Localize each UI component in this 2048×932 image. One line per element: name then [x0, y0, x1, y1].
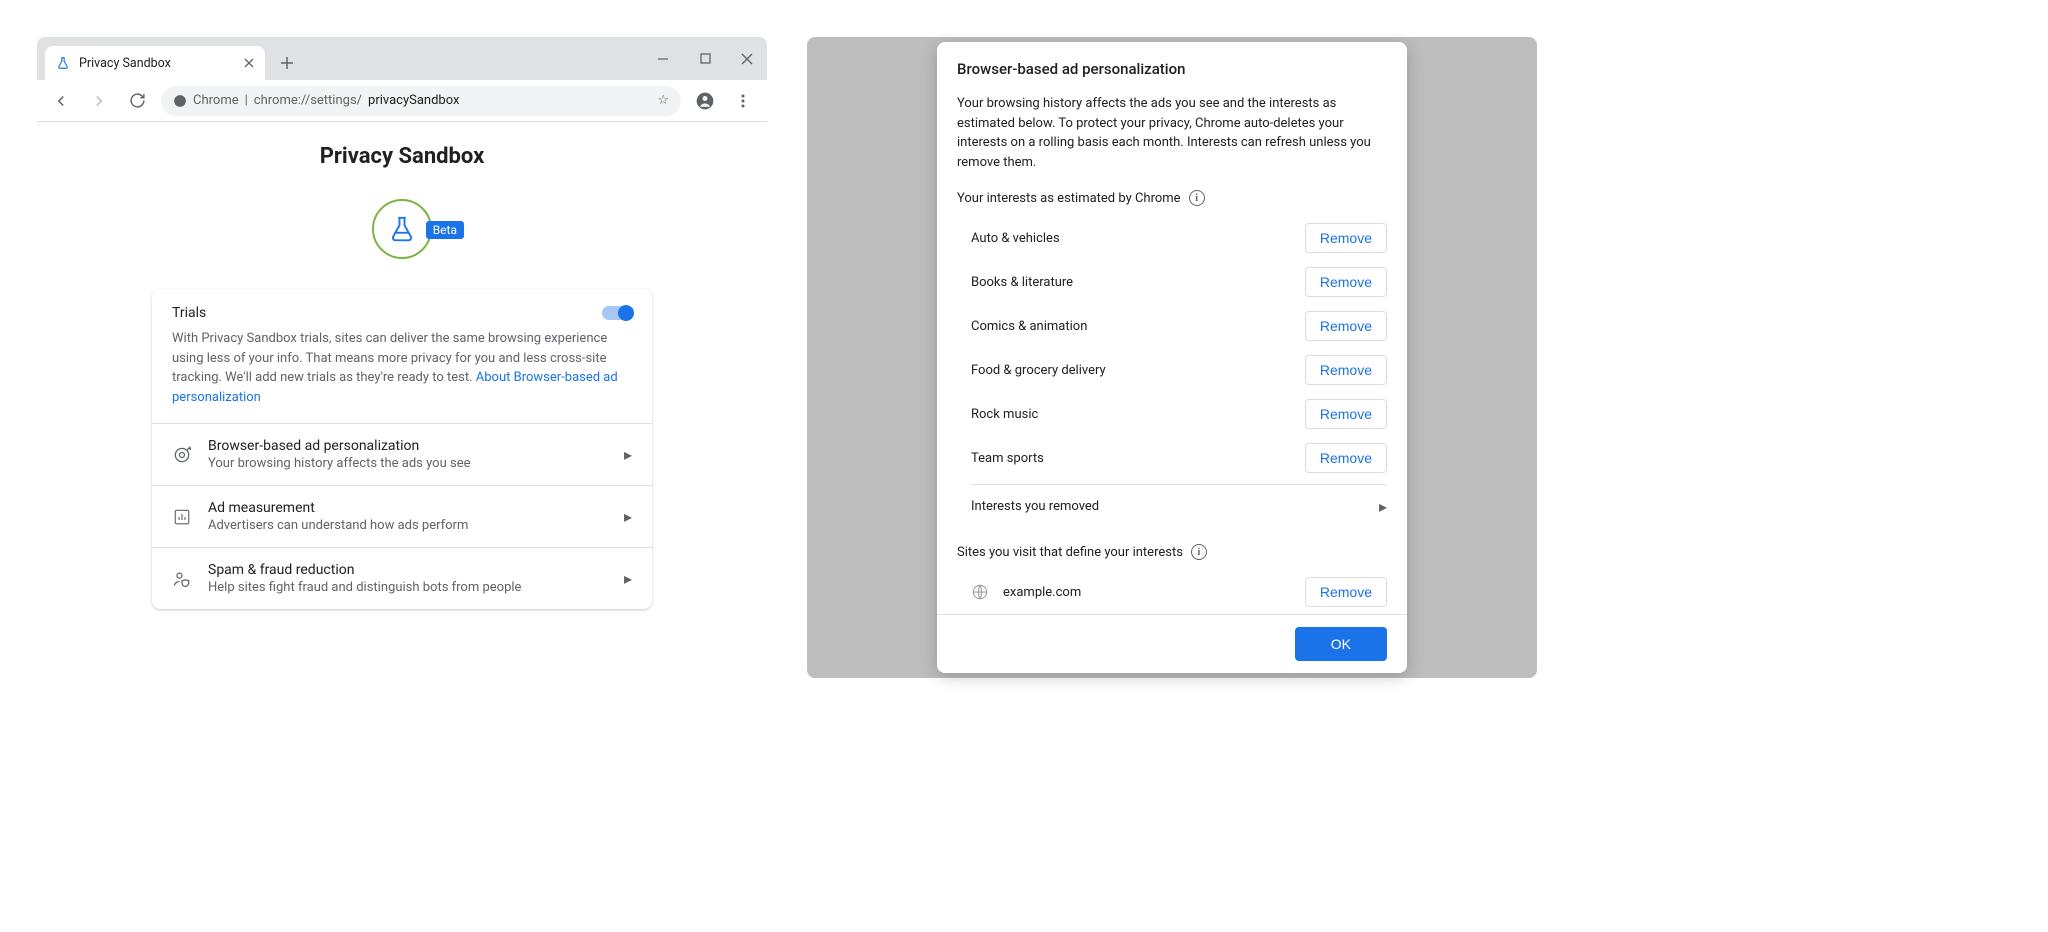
chevron-right-icon: ▸	[624, 569, 632, 588]
trials-card: Trials With Privacy Sandbox trials, site…	[152, 289, 652, 609]
tab-title: Privacy Sandbox	[79, 56, 171, 71]
info-icon[interactable]: i	[1189, 190, 1205, 206]
row-ad-measurement[interactable]: Ad measurement Advertisers can understan…	[152, 486, 652, 548]
settings-page: Privacy Sandbox Beta Trials With Privacy…	[37, 122, 767, 678]
tune-icon	[173, 94, 187, 108]
trials-description: With Privacy Sandbox trials, sites can d…	[172, 329, 632, 407]
dialog-backdrop: Browser-based ad personalization Your br…	[807, 37, 1537, 678]
info-icon[interactable]: i	[1191, 544, 1207, 560]
ad-personalization-dialog: Browser-based ad personalization Your br…	[937, 42, 1407, 673]
chevron-right-icon: ▸	[1379, 497, 1387, 516]
row-sub: Help sites fight fraud and distinguish b…	[208, 580, 608, 595]
window-controls	[651, 37, 759, 80]
maximize-icon[interactable]	[693, 47, 717, 71]
row-spam-fraud[interactable]: Spam & fraud reduction Help sites fight …	[152, 548, 652, 609]
beta-badge: Beta	[426, 221, 464, 239]
interest-item: Books & literatureRemove	[971, 260, 1387, 304]
interest-item: Team sportsRemove	[971, 436, 1387, 480]
user-shield-icon	[172, 569, 192, 589]
dialog-description: Your browsing history affects the ads yo…	[957, 94, 1387, 172]
site-item: example.com Remove	[957, 570, 1387, 614]
remove-button[interactable]: Remove	[1305, 443, 1387, 473]
back-button[interactable]	[47, 87, 75, 115]
site-name: example.com	[1003, 585, 1291, 600]
remove-button[interactable]: Remove	[1305, 267, 1387, 297]
remove-button[interactable]: Remove	[1305, 355, 1387, 385]
menu-button[interactable]	[729, 87, 757, 115]
forward-button	[85, 87, 113, 115]
row-sub: Advertisers can understand how ads perfo…	[208, 518, 608, 533]
close-icon[interactable]	[241, 55, 257, 71]
remove-button[interactable]: Remove	[1305, 399, 1387, 429]
reload-button[interactable]	[123, 87, 151, 115]
page-title: Privacy Sandbox	[37, 144, 767, 169]
row-title: Browser-based ad personalization	[208, 438, 608, 454]
interest-item: Auto & vehiclesRemove	[971, 216, 1387, 260]
interest-item: Food & grocery deliveryRemove	[971, 348, 1387, 392]
address-bar[interactable]: Chrome | chrome://settings/privacySandbo…	[161, 86, 681, 116]
row-ad-personalization[interactable]: Browser-based ad personalization Your br…	[152, 424, 652, 486]
interests-removed-row[interactable]: Interests you removed ▸	[971, 484, 1387, 528]
bar-chart-icon	[172, 507, 192, 527]
sites-heading: Sites you visit that define your interes…	[957, 544, 1387, 560]
tab-active[interactable]: Privacy Sandbox	[45, 46, 265, 80]
close-window-icon[interactable]	[735, 47, 759, 71]
interest-item: Rock musicRemove	[971, 392, 1387, 436]
chevron-right-icon: ▸	[624, 507, 632, 526]
globe-icon	[971, 583, 989, 601]
flask-icon	[55, 55, 71, 71]
dialog-title: Browser-based ad personalization	[957, 60, 1387, 78]
flask-badge-icon: Beta	[372, 199, 432, 259]
dialog-footer: OK	[937, 614, 1407, 673]
interests-heading: Your interests as estimated by Chrome i	[957, 190, 1387, 206]
row-sub: Your browsing history affects the ads yo…	[208, 456, 608, 471]
toolbar: Chrome | chrome://settings/privacySandbo…	[37, 80, 767, 122]
interest-item: Comics & animationRemove	[971, 304, 1387, 348]
tab-strip: Privacy Sandbox	[37, 37, 767, 80]
remove-button[interactable]: Remove	[1305, 223, 1387, 253]
browser-window: Privacy Sandbox Chrome | chrome://settin…	[37, 37, 767, 678]
url-path: privacySandbox	[368, 93, 459, 108]
profile-button[interactable]	[691, 87, 719, 115]
star-icon[interactable]: ☆	[657, 93, 669, 108]
row-title: Spam & fraud reduction	[208, 562, 608, 578]
remove-button[interactable]: Remove	[1305, 577, 1387, 607]
target-icon	[172, 445, 192, 465]
minimize-icon[interactable]	[651, 47, 675, 71]
interest-list: Auto & vehiclesRemove Books & literature…	[957, 216, 1387, 528]
chevron-right-icon: ▸	[624, 445, 632, 464]
remove-button[interactable]: Remove	[1305, 311, 1387, 341]
row-title: Ad measurement	[208, 500, 608, 516]
trials-toggle[interactable]	[602, 306, 632, 320]
trials-label: Trials	[172, 305, 206, 321]
url-prefix: Chrome	[193, 93, 239, 108]
ok-button[interactable]: OK	[1295, 627, 1387, 661]
new-tab-button[interactable]	[273, 49, 301, 77]
